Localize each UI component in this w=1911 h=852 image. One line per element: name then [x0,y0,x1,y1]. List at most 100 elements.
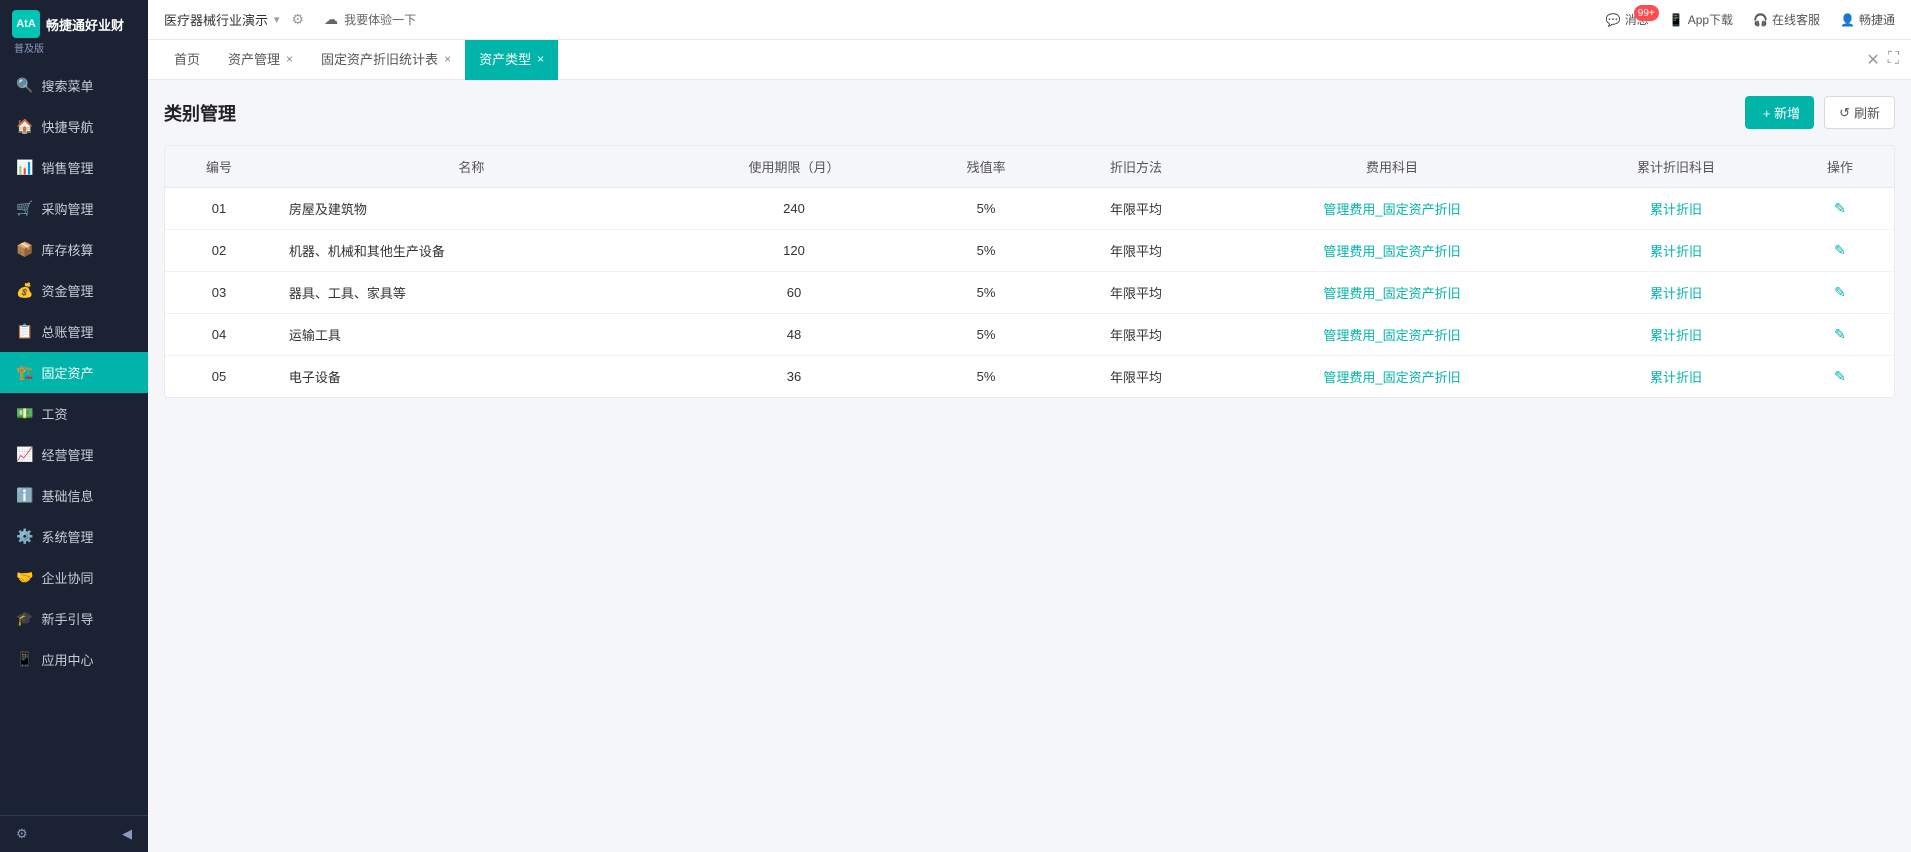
app-logo: AtA 畅捷通好业财 [12,10,124,38]
cell-expense: 管理费用_固定资产折旧 [1218,272,1566,314]
sidebar-item-salary[interactable]: 💵 工资 [0,393,148,434]
tab-depreciation[interactable]: 固定资产折旧统计表 × [307,40,465,80]
sidebar-item-ledger[interactable]: 📋 总账管理 [0,311,148,352]
chart-icon: 📊 [16,159,33,176]
box-icon: 📦 [16,241,33,258]
topbar-right: 💬 消息 99 📱 App下载 🎧 在线客服 👤 畅捷通 [1606,11,1895,28]
page-header: 类别管理 + 新增 ↺ 刷新 [164,96,1895,129]
cell-code: 02 [165,230,273,272]
workspace-name: 医疗器械行业演示 [164,10,268,29]
cart-icon: 🛒 [16,200,33,217]
cell-expense: 管理费用_固定资产折旧 [1218,356,1566,398]
cell-method: 年限平均 [1054,356,1218,398]
sidebar-footer: ⚙ ◀ [0,815,148,852]
app-download-button[interactable]: 📱 App下载 [1669,11,1733,28]
sidebar-item-cooperation[interactable]: 🤝 企业协同 [0,557,148,598]
cell-expense: 管理费用_固定资产折旧 [1218,314,1566,356]
guide-icon: 🎓 [16,610,33,627]
sidebar-item-label: 搜索菜单 [41,76,93,95]
workspace-selector[interactable]: 医疗器械行业演示 ▾ [164,10,280,29]
sidebar-item-label: 库存核算 [41,240,93,259]
close-icon[interactable]: × [286,52,293,66]
page-content: 类别管理 + 新增 ↺ 刷新 编号 名称 使用期限（月） [148,80,1911,852]
cell-residual: 5% [918,356,1054,398]
cell-name: 器具、工具、家具等 [273,272,670,314]
close-icon[interactable]: × [537,52,544,66]
sidebar-item-appcenter[interactable]: 📱 应用中心 [0,639,148,680]
cell-accumulated: 累计折旧 [1566,188,1786,230]
ledger-icon: 📋 [16,323,33,340]
sidebar-item-basic[interactable]: ℹ️ 基础信息 [0,475,148,516]
sidebar-item-guide[interactable]: 🎓 新手引导 [0,598,148,639]
sidebar-item-capital[interactable]: 💰 资金管理 [0,270,148,311]
table-header-row: 编号 名称 使用期限（月） 残值率 折旧方法 费用科目 累计折旧科目 操作 [165,146,1894,188]
cell-name: 电子设备 [273,356,670,398]
experience-label: 我要体验一下 [344,11,416,28]
edit-button[interactable]: ✎ [1834,200,1846,216]
tab-asset-type[interactable]: 资产类型 × [465,40,558,80]
customer-service-label: 在线客服 [1772,11,1820,28]
app-version: 普及版 [14,40,44,55]
sidebar-item-label: 应用中心 [41,650,93,669]
sidebar-item-system[interactable]: ⚙️ 系统管理 [0,516,148,557]
search-icon: 🔍 [16,77,33,94]
sidebar-item-inventory[interactable]: 📦 库存核算 [0,229,148,270]
cell-action: ✎ [1786,314,1894,356]
appcenter-icon: 📱 [16,651,33,668]
col-method: 折旧方法 [1054,146,1218,188]
edit-button[interactable]: ✎ [1834,284,1846,300]
cell-name: 运输工具 [273,314,670,356]
message-button[interactable]: 💬 消息 99 [1606,11,1649,28]
cell-accumulated: 累计折旧 [1566,356,1786,398]
col-action: 操作 [1786,146,1894,188]
workspace-settings-icon[interactable]: ⚙ [292,11,305,28]
cell-period: 120 [670,230,918,272]
sidebar-item-operations[interactable]: 📈 经营管理 [0,434,148,475]
sidebar-item-sales[interactable]: 📊 销售管理 [0,147,148,188]
app-download-label: App下载 [1688,11,1733,28]
tab-asset-mgmt[interactable]: 资产管理 × [214,40,307,80]
sidebar-item-label: 销售管理 [41,158,93,177]
close-icon[interactable]: × [444,52,451,66]
table-row: 01 房屋及建筑物 240 5% 年限平均 管理费用_固定资产折旧 累计折旧 ✎ [165,188,1894,230]
sidebar-item-label: 采购管理 [41,199,93,218]
cell-residual: 5% [918,188,1054,230]
asset-type-table: 编号 名称 使用期限（月） 残值率 折旧方法 费用科目 累计折旧科目 操作 01… [165,146,1894,397]
user-button[interactable]: 👤 畅捷通 [1840,11,1895,28]
experience-button[interactable]: ☁ 我要体验一下 [324,11,416,28]
tab-home[interactable]: 首页 [160,40,214,80]
customer-service-button[interactable]: 🎧 在线客服 [1753,11,1820,28]
cell-method: 年限平均 [1054,230,1218,272]
message-icon: 💬 [1606,13,1621,27]
collapse-button[interactable]: ◀ [122,826,132,842]
sidebar-item-purchase[interactable]: 🛒 采购管理 [0,188,148,229]
phone-icon: 📱 [1669,13,1684,27]
tabs-bar: 首页 资产管理 × 固定资产折旧统计表 × 资产类型 × ✕ ⛶ [148,40,1911,80]
sidebar-item-label: 固定资产 [41,363,93,382]
edit-button[interactable]: ✎ [1834,368,1846,384]
money-icon: 💰 [16,282,33,299]
close-window-icon[interactable]: ✕ [1866,50,1879,70]
sidebar-item-search[interactable]: 🔍 搜索菜单 [0,65,148,106]
user-label: 畅捷通 [1859,11,1895,28]
edit-button[interactable]: ✎ [1834,242,1846,258]
edit-button[interactable]: ✎ [1834,326,1846,342]
new-button[interactable]: + 新增 [1745,96,1814,129]
refresh-button[interactable]: ↺ 刷新 [1824,96,1895,129]
cell-accumulated: 累计折旧 [1566,230,1786,272]
operations-icon: 📈 [16,446,33,463]
cell-period: 36 [670,356,918,398]
chevron-down-icon: ▾ [274,13,280,26]
settings-button[interactable]: ⚙ [16,826,28,842]
refresh-icon: ↺ [1839,105,1850,121]
sidebar-item-quicknav[interactable]: 🏠 快捷导航 [0,106,148,147]
logo-icon: AtA [12,10,40,38]
building-icon: 🏗️ [16,364,33,381]
info-icon: ℹ️ [16,487,33,504]
maximize-icon[interactable]: ⛶ [1888,50,1899,70]
cell-accumulated: 累计折旧 [1566,314,1786,356]
cell-residual: 5% [918,230,1054,272]
sidebar: AtA 畅捷通好业财 普及版 🔍 搜索菜单 🏠 快捷导航 📊 销售管理 🛒 采购… [0,0,148,852]
sidebar-item-fixed[interactable]: 🏗️ 固定资产 [0,352,148,393]
sidebar-item-label: 新手引导 [41,609,93,628]
